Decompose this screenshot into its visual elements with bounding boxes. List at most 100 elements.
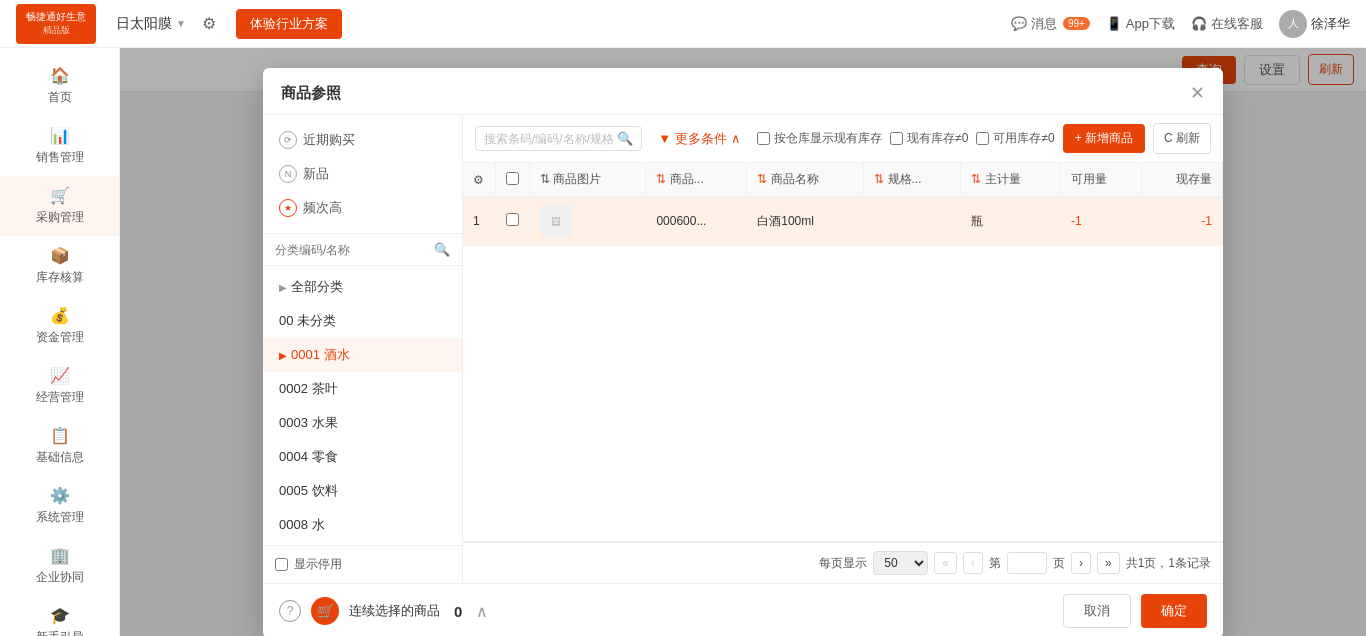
category-search-input[interactable] [275, 243, 434, 257]
checkbox-stock-nonzero[interactable]: 现有库存≠0 [890, 130, 968, 147]
navbar-right: 💬 消息 99+ 📱 App下载 🎧 在线客服 人 徐泽华 [1011, 10, 1350, 38]
last-page-button[interactable]: » [1097, 552, 1120, 574]
per-page-select[interactable]: 50 10 20 100 [873, 551, 928, 575]
sidebar-item-enterprise[interactable]: 🏢 企业协同 [0, 536, 119, 596]
page-number-input[interactable]: 1 [1007, 552, 1047, 574]
navbar: 畅捷通好生意 精品版 日太阳膜 ▼ ⚙ 体验行业方案 💬 消息 99+ 📱 Ap… [0, 0, 1366, 48]
enterprise-icon: 🏢 [50, 546, 70, 565]
purchase-icon: 🛒 [50, 186, 70, 205]
modal-body: ⟳ 近期购买 N 新品 ★ 频次高 [263, 115, 1223, 583]
footer-collapse-icon[interactable]: ∧ [476, 602, 488, 621]
image-placeholder-icon: 🖼 [551, 216, 561, 227]
sidebar-item-sales[interactable]: 📊 销售管理 [0, 116, 119, 176]
checkbox-warehouse[interactable]: 按仓库显示现有库存 [757, 130, 882, 147]
new-products-link[interactable]: N 新品 [263, 157, 462, 191]
td-spec [864, 197, 961, 246]
product-reference-modal: 商品参照 ✕ ⟳ 近期购买 N 新品 [263, 68, 1223, 636]
category-0003[interactable]: 0003 水果 [263, 406, 462, 440]
product-search-box: 🔍 [475, 126, 642, 151]
sidebar: 🏠 首页 📊 销售管理 🛒 采购管理 📦 库存核算 💰 资金管理 📈 经营管理 … [0, 48, 120, 636]
category-all[interactable]: ▶ 全部分类 [263, 270, 462, 304]
sidebar-item-home[interactable]: 🏠 首页 [0, 56, 119, 116]
sidebar-item-purchase[interactable]: 🛒 采购管理 [0, 176, 119, 236]
online-service-nav[interactable]: 🎧 在线客服 [1191, 15, 1263, 33]
stock-nonzero-checkbox[interactable] [890, 132, 903, 145]
basic-icon: 📋 [50, 426, 70, 445]
sidebar-item-operation[interactable]: 📈 经营管理 [0, 356, 119, 416]
available-nonzero-checkbox[interactable] [976, 132, 989, 145]
modal-header: 商品参照 ✕ [263, 68, 1223, 115]
th-code[interactable]: ⇅ 商品... [646, 163, 747, 197]
sidebar-item-finance[interactable]: 💰 资金管理 [0, 296, 119, 356]
confirm-button[interactable]: 确定 [1141, 594, 1207, 628]
category-0004[interactable]: 0004 零食 [263, 440, 462, 474]
help-icon[interactable]: ? [279, 600, 301, 622]
th-settings[interactable]: ⚙ [463, 163, 495, 197]
show-disabled-checkbox[interactable] [275, 558, 288, 571]
category-0002[interactable]: 0002 茶叶 [263, 372, 462, 406]
category-search-icon[interactable]: 🔍 [434, 242, 450, 257]
show-disabled-row: 显示停用 [263, 545, 462, 583]
td-checkbox[interactable] [495, 197, 529, 246]
checkbox-available-nonzero[interactable]: 可用库存≠0 [976, 130, 1054, 147]
main-content: 查询 设置 刷新 商品参照 ✕ ⟳ [120, 48, 1366, 636]
cart-icon[interactable]: 🛒 [311, 597, 339, 625]
frequent-link[interactable]: ★ 频次高 [263, 191, 462, 225]
footer-buttons: 取消 确定 [1063, 594, 1207, 628]
cat-0001-arrow: ▶ [279, 350, 287, 361]
category-00[interactable]: 00 未分类 [263, 304, 462, 338]
warehouse-checkbox[interactable] [757, 132, 770, 145]
cancel-button[interactable]: 取消 [1063, 594, 1131, 628]
pagination-row: 每页显示 50 10 20 100 « ‹ 第 1 页 [463, 542, 1223, 583]
trial-button[interactable]: 体验行业方案 [236, 9, 342, 39]
inventory-icon: 📦 [50, 246, 70, 265]
row-checkbox[interactable] [506, 213, 519, 226]
select-all-checkbox[interactable] [506, 172, 519, 185]
home-icon: 🏠 [50, 66, 70, 85]
messages-nav[interactable]: 💬 消息 99+ [1011, 15, 1090, 33]
td-image: 🖼 [529, 197, 646, 246]
product-table-wrap: ⚙ ⇅ 商品图片 [463, 163, 1223, 542]
store-selector[interactable]: 日太阳膜 ▼ [116, 15, 186, 33]
main-layout: 🏠 首页 📊 销售管理 🛒 采购管理 📦 库存核算 💰 资金管理 📈 经营管理 … [0, 48, 1366, 636]
add-product-button[interactable]: + 新增商品 [1063, 124, 1145, 153]
sales-icon: 📊 [50, 126, 70, 145]
user-profile[interactable]: 人 徐泽华 [1279, 10, 1350, 38]
th-unit[interactable]: ⇅ 主计量 [961, 163, 1061, 197]
recent-purchases-link[interactable]: ⟳ 近期购买 [263, 123, 462, 157]
app-download-nav[interactable]: 📱 App下载 [1106, 15, 1175, 33]
refresh-button[interactable]: C 刷新 [1153, 123, 1211, 154]
sort-code-icon: ⇅ [656, 172, 666, 186]
sort-name-icon: ⇅ [757, 172, 767, 186]
next-page-button[interactable]: › [1071, 552, 1091, 574]
td-num: 1 [463, 197, 495, 246]
guide-icon: 🎓 [50, 606, 70, 625]
first-page-button[interactable]: « [934, 552, 957, 574]
more-filter-button[interactable]: ▼ 更多条件 ∧ [650, 126, 749, 152]
table-header-row: ⚙ ⇅ 商品图片 [463, 163, 1223, 197]
sidebar-item-inventory[interactable]: 📦 库存核算 [0, 236, 119, 296]
prev-page-button[interactable]: ‹ [963, 552, 983, 574]
th-available: 可用量 [1061, 163, 1142, 197]
category-0008[interactable]: 0008 水 [263, 508, 462, 542]
th-stock: 现存量 [1142, 163, 1223, 197]
store-dropdown-arrow: ▼ [176, 18, 186, 29]
th-spec[interactable]: ⇅ 规格... [864, 163, 961, 197]
system-icon: ⚙️ [50, 486, 70, 505]
sidebar-item-basic[interactable]: 📋 基础信息 [0, 416, 119, 476]
avatar: 人 [1279, 10, 1307, 38]
product-search-input[interactable] [484, 132, 613, 146]
th-name[interactable]: ⇅ 商品名称 [747, 163, 864, 197]
product-search-icon[interactable]: 🔍 [617, 131, 633, 146]
modal-close-button[interactable]: ✕ [1190, 82, 1205, 104]
sidebar-item-guide[interactable]: 🎓 新手引导 [0, 596, 119, 636]
category-0001[interactable]: ▶ 0001 酒水 [263, 338, 462, 372]
category-0005[interactable]: 0005 饮料 [263, 474, 462, 508]
product-thumbnail: 🖼 [540, 205, 572, 237]
settings-icon[interactable]: ⚙ [202, 14, 216, 33]
category-search-box: 🔍 [263, 234, 462, 266]
sidebar-item-system[interactable]: ⚙️ 系统管理 [0, 476, 119, 536]
column-settings-icon[interactable]: ⚙ [473, 173, 484, 187]
app-logo: 畅捷通好生意 精品版 [16, 4, 96, 44]
table-row[interactable]: 1 🖼 [463, 197, 1223, 246]
